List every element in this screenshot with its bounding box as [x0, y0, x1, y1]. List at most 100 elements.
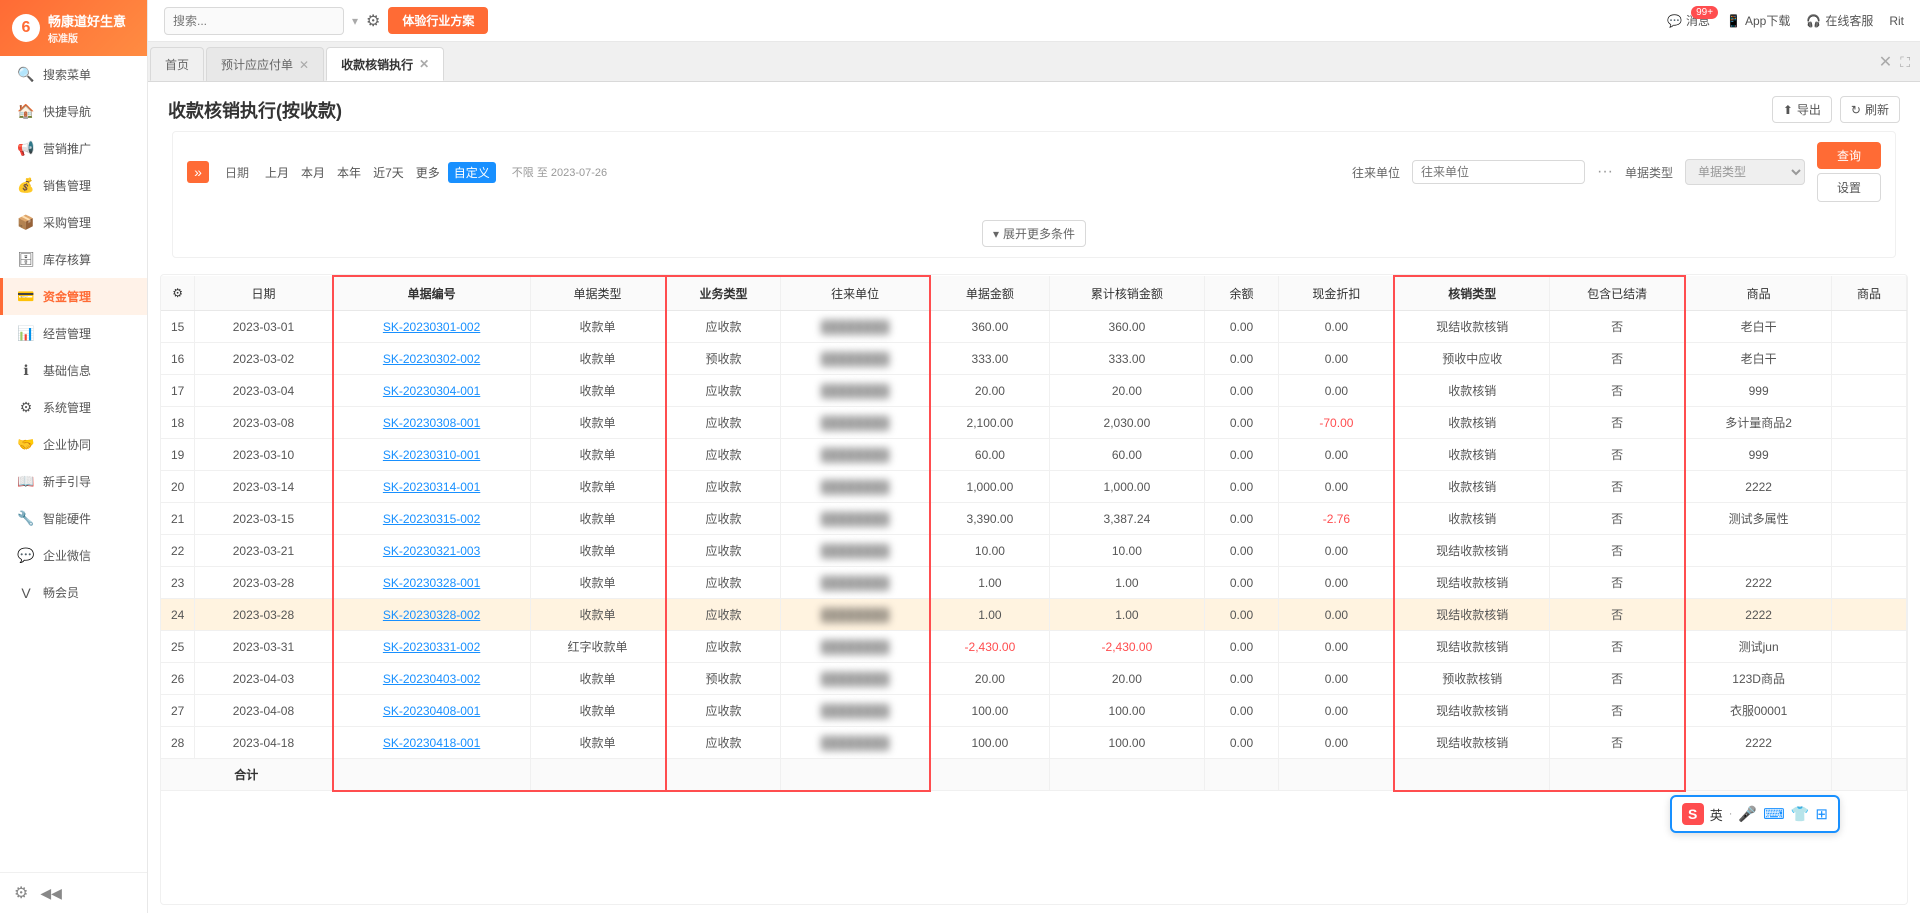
this-month-btn[interactable]: 本月 [297, 162, 329, 183]
cell-voucher-no[interactable]: SK-20230301-002 [333, 311, 531, 343]
app-download-button[interactable]: 📱 App下载 [1726, 12, 1790, 29]
cell-amount: 60.00 [930, 439, 1050, 471]
refresh-button[interactable]: ↻ 刷新 [1840, 96, 1900, 123]
cell-no: 15 [161, 311, 195, 343]
cell-voucher-no[interactable]: SK-20230304-001 [333, 375, 531, 407]
sidebar-item-basic[interactable]: ℹ 基础信息 [0, 352, 147, 389]
table-footer: 合计 [161, 759, 1907, 791]
tab-prepay-close-icon[interactable]: ✕ [299, 58, 309, 72]
last7-btn[interactable]: 近7天 [369, 162, 408, 183]
messages-button[interactable]: 💬 消息 99+ [1667, 12, 1710, 29]
counterpart-input[interactable] [1412, 160, 1585, 184]
col-amount[interactable]: 单据金额 [930, 276, 1050, 311]
cell-voucher-no[interactable]: SK-20230328-001 [333, 567, 531, 599]
cell-voucher-no[interactable]: SK-20230302-002 [333, 343, 531, 375]
this-year-btn[interactable]: 本年 [333, 162, 365, 183]
topbar-settings-icon[interactable]: ⚙ [366, 11, 380, 31]
more-btn[interactable]: 更多 [412, 162, 444, 183]
col-voucher-no[interactable]: 单据编号 [333, 276, 531, 311]
col-biz-type[interactable]: 业务类型 [666, 276, 781, 311]
cell-date: 2023-03-31 [195, 631, 333, 663]
online-service-button[interactable]: 🎧 在线客服 [1806, 12, 1873, 29]
export-button[interactable]: ⬆ 导出 [1772, 96, 1832, 123]
query-button[interactable]: 查询 [1817, 142, 1881, 169]
cell-no: 25 [161, 631, 195, 663]
cell-include-settled: 否 [1550, 599, 1685, 631]
cell-product-2 [1832, 535, 1907, 567]
cell-amount: -2,430.00 [930, 631, 1050, 663]
col-date[interactable]: 日期 [195, 276, 333, 311]
counterpart-label: 往来单位 [1352, 164, 1400, 181]
topbar-search-input[interactable] [164, 7, 344, 35]
sidebar-item-purchase[interactable]: 📦 采购管理 [0, 204, 147, 241]
col-cash-discount[interactable]: 现金折扣 [1279, 276, 1394, 311]
col-include-settled[interactable]: 包含已结清 [1550, 276, 1685, 311]
filter-expand-arrow[interactable]: » [187, 161, 209, 183]
topbar-right: 💬 消息 99+ 📱 App下载 🎧 在线客服 Rit [1667, 12, 1904, 29]
col-counterpart[interactable]: 往来单位 [781, 276, 930, 311]
cell-voucher-no[interactable]: SK-20230314-001 [333, 471, 531, 503]
col-product-1[interactable]: 商品 [1685, 276, 1831, 311]
tab-home-label: 首页 [165, 56, 189, 73]
filter-settings-button[interactable]: 设置 [1817, 173, 1881, 202]
col-product-2[interactable]: 商品 [1832, 276, 1907, 311]
cell-voucher-no[interactable]: SK-20230331-002 [333, 631, 531, 663]
cell-biz-type: 应收款 [666, 567, 781, 599]
cell-cash-discount: 0.00 [1279, 439, 1394, 471]
sidebar-item-enterprise[interactable]: 🤝 企业协同 [0, 426, 147, 463]
cell-product-2 [1832, 567, 1907, 599]
last-month-btn[interactable]: 上月 [261, 162, 293, 183]
date-label: 日期 [225, 164, 249, 181]
cell-include-settled: 否 [1550, 695, 1685, 727]
col-verified-amount[interactable]: 累计核销金额 [1050, 276, 1205, 311]
sidebar-item-inventory[interactable]: 🗄 库存核算 [0, 241, 147, 278]
sidebar-item-quicknav[interactable]: 🏠 快捷导航 [0, 93, 147, 130]
sidebar-item-system[interactable]: ⚙ 系统管理 [0, 389, 147, 426]
cell-voucher-no[interactable]: SK-20230308-001 [333, 407, 531, 439]
cell-voucher-no[interactable]: SK-20230408-001 [333, 695, 531, 727]
cell-balance: 0.00 [1204, 439, 1279, 471]
sidebar-item-member[interactable]: V 畅会员 [0, 574, 147, 611]
cell-voucher-no[interactable]: SK-20230418-001 [333, 727, 531, 759]
sidebar-item-operations[interactable]: 📊 经营管理 [0, 315, 147, 352]
cell-voucher-no[interactable]: SK-20230328-002 [333, 599, 531, 631]
trial-button[interactable]: 体验行业方案 [388, 7, 488, 34]
sidebar-item-wechat[interactable]: 💬 企业微信 [0, 537, 147, 574]
tab-home[interactable]: 首页 [150, 47, 204, 81]
sidebar-collapse-icon[interactable]: ◀◀ [40, 885, 62, 902]
col-voucher-type[interactable]: 单据类型 [530, 276, 665, 311]
cell-voucher-no[interactable]: SK-20230310-001 [333, 439, 531, 471]
cell-voucher-type: 红字收款单 [530, 631, 665, 663]
dropdown-arrow-icon[interactable]: ▾ [352, 14, 358, 28]
col-gear[interactable]: ⚙ [161, 276, 195, 311]
member-icon: V [17, 585, 35, 601]
sidebar-item-hardware[interactable]: 🔧 智能硬件 [0, 500, 147, 537]
tab-close-all-icon[interactable]: ✕ [1879, 52, 1892, 72]
sidebar-settings-icon[interactable]: ⚙ [14, 883, 28, 903]
col-verify-type[interactable]: 核销类型 [1394, 276, 1549, 311]
sidebar-item-guide[interactable]: 📖 新手引导 [0, 463, 147, 500]
cell-voucher-no[interactable]: SK-20230321-003 [333, 535, 531, 567]
cell-verify-type: 预收中应收 [1394, 343, 1549, 375]
table-row: 222023-03-21SK-20230321-003收款单应收款███████… [161, 535, 1907, 567]
cell-no: 16 [161, 343, 195, 375]
cell-verified: 20.00 [1050, 663, 1205, 695]
sidebar-item-marketing[interactable]: 📢 营销推广 [0, 130, 147, 167]
sidebar-item-search[interactable]: 🔍 搜索菜单 [0, 56, 147, 93]
cell-cash-discount: 0.00 [1279, 343, 1394, 375]
tab-maximize-icon[interactable]: ⛶ [1900, 54, 1910, 71]
col-balance[interactable]: 余额 [1204, 276, 1279, 311]
voucher-type-select[interactable]: 单据类型 [1685, 159, 1805, 185]
cell-verify-type: 现结收款核销 [1394, 535, 1549, 567]
sidebar-item-sales[interactable]: 💰 销售管理 [0, 167, 147, 204]
cell-voucher-no[interactable]: SK-20230403-002 [333, 663, 531, 695]
expand-conditions-button[interactable]: ▾ 展开更多条件 [982, 220, 1086, 247]
sidebar-bottom: ⚙ ◀◀ [0, 872, 147, 913]
tab-collection-close-icon[interactable]: ✕ [419, 57, 429, 71]
filter-dots[interactable]: ··· [1597, 163, 1613, 181]
sidebar-item-finance[interactable]: 💳 资金管理 [0, 278, 147, 315]
cell-voucher-no[interactable]: SK-20230315-002 [333, 503, 531, 535]
tab-collection[interactable]: 收款核销执行 ✕ [326, 47, 444, 81]
custom-btn[interactable]: 自定义 [448, 162, 496, 183]
tab-prepay[interactable]: 预计应应付单 ✕ [206, 47, 324, 81]
